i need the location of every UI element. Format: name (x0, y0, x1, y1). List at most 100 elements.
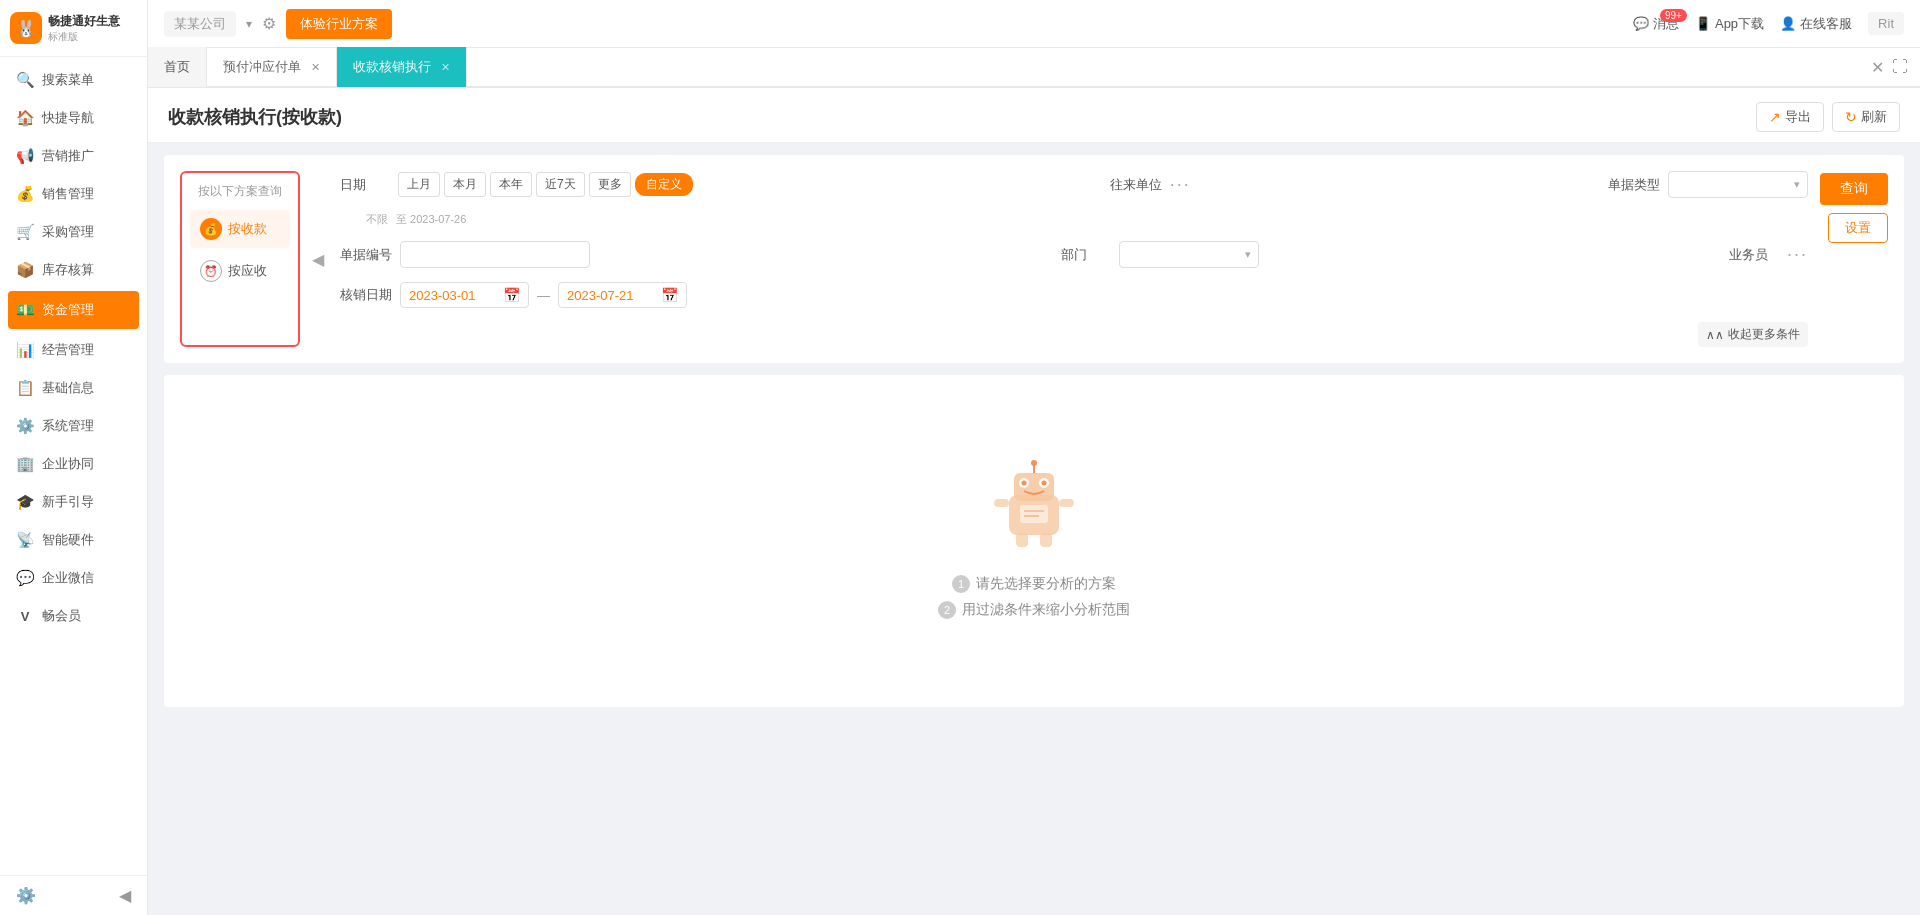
wechat-icon: 💬 (16, 569, 34, 587)
dept-select[interactable] (1119, 241, 1259, 268)
refresh-button[interactable]: ↻ 刷新 (1832, 102, 1900, 132)
partner-more-icon[interactable]: ··· (1170, 174, 1191, 195)
query-by-receivable[interactable]: ⏰ 按应收 (190, 252, 290, 290)
marketing-icon: 📢 (16, 147, 34, 165)
hint-num-2: 2 (938, 601, 956, 619)
main-area: 某某公司 ▾ ⚙ 体验行业方案 💬 消息 99+ 📱 App下载 👤 在线客服 … (148, 0, 1920, 915)
query-type-panel: 按以下方案查询 💰 按收款 ⏰ 按应收 (180, 171, 300, 347)
writeoff-start-wrap: 📅 (400, 282, 529, 308)
empty-robot-illustration (984, 455, 1084, 555)
page-header-actions: ↗ 导出 ↻ 刷新 (1756, 102, 1900, 132)
enterprise-icon: 🏢 (16, 455, 34, 473)
sidebar-item-basic-info[interactable]: 📋 基础信息 (0, 369, 147, 407)
prepay-tab-close-icon[interactable]: ✕ (311, 61, 320, 74)
sidebar-item-sales[interactable]: 💰 销售管理 (0, 175, 147, 213)
svg-rect-10 (1016, 533, 1028, 547)
sidebar-logo: 🐰 畅捷通好生意 标准版 (0, 0, 147, 57)
sidebar-item-hardware[interactable]: 📡 智能硬件 (0, 521, 147, 559)
date-label: 日期 (340, 176, 390, 194)
sidebar-item-system[interactable]: ⚙️ 系统管理 (0, 407, 147, 445)
online-service-btn[interactable]: 👤 在线客服 (1780, 15, 1852, 33)
inventory-icon: 📦 (16, 261, 34, 279)
tab-receipt-writeoff[interactable]: 收款核销执行 ✕ (337, 47, 467, 87)
finance-icon: 💵 (16, 301, 34, 319)
hardware-icon: 📡 (16, 531, 34, 549)
company-selector[interactable]: 某某公司 (164, 11, 236, 37)
this-year-btn[interactable]: 本年 (490, 172, 532, 197)
topbar: 某某公司 ▾ ⚙ 体验行业方案 💬 消息 99+ 📱 App下载 👤 在线客服 … (148, 0, 1920, 48)
sidebar-item-enterprise[interactable]: 🏢 企业协同 (0, 445, 147, 483)
staff-label: 业务员 (1729, 246, 1779, 264)
receipt-type-icon: 💰 (200, 218, 222, 240)
writeoff-end-wrap: 📅 (558, 282, 687, 308)
export-button[interactable]: ↗ 导出 (1756, 102, 1824, 132)
receipt-tab-close-icon[interactable]: ✕ (441, 61, 450, 74)
sidebar-item-wechat[interactable]: 💬 企业微信 (0, 559, 147, 597)
close-tab-icon[interactable]: ✕ (1871, 58, 1884, 77)
staff-more-icon[interactable]: ··· (1787, 244, 1808, 265)
collapse-sidebar-icon[interactable]: ◀ (119, 886, 131, 905)
app-download-btn[interactable]: 📱 App下载 (1695, 15, 1764, 33)
message-btn[interactable]: 💬 消息 99+ (1633, 15, 1679, 33)
service-icon: 👤 (1780, 16, 1796, 31)
sidebar: 🐰 畅捷通好生意 标准版 🔍 搜索菜单 🏠 快捷导航 📢 营销推广 💰 销售管理… (0, 0, 148, 915)
collapse-more-btn[interactable]: ∧∧ 收起更多条件 (1698, 322, 1808, 347)
this-month-btn[interactable]: 本月 (444, 172, 486, 197)
industry-btn[interactable]: 体验行业方案 (286, 9, 392, 39)
writeoff-date-label: 核销日期 (340, 286, 392, 304)
writeoff-start-input[interactable] (409, 288, 499, 303)
docno-filter-group: 单据编号 (340, 241, 590, 268)
home-icon: 🏠 (16, 109, 34, 127)
filter-row-1: 日期 上月 本月 本年 近7天 更多 自定义 往来单位 ··· (340, 171, 1808, 198)
setting-button[interactable]: 设置 (1828, 213, 1888, 243)
settings-footer-icon[interactable]: ⚙️ (16, 886, 36, 905)
company-chevron-icon[interactable]: ▾ (246, 17, 252, 31)
sidebar-item-marketing[interactable]: 📢 营销推广 (0, 137, 147, 175)
writeoff-end-input[interactable] (567, 288, 657, 303)
sidebar-item-search[interactable]: 🔍 搜索菜单 (0, 61, 147, 99)
topbar-gear-icon[interactable]: ⚙ (262, 14, 276, 33)
sidebar-item-guide[interactable]: 🎓 新手引导 (0, 483, 147, 521)
svg-point-5 (1042, 481, 1047, 486)
tab-prepay[interactable]: 预付冲应付单 ✕ (207, 47, 337, 87)
sidebar-item-inventory[interactable]: 📦 库存核算 (0, 251, 147, 289)
docno-input[interactable] (400, 241, 590, 268)
prepay-tab-label: 预付冲应付单 (223, 58, 301, 76)
date-preset-btns: 上月 本月 本年 近7天 更多 自定义 (398, 172, 693, 197)
fullscreen-icon[interactable]: ⛶ (1892, 58, 1908, 76)
writeoff-start-cal-icon[interactable]: 📅 (503, 287, 520, 303)
sidebar-item-operation[interactable]: 📊 经营管理 (0, 331, 147, 369)
writeoff-end-cal-icon[interactable]: 📅 (661, 287, 678, 303)
sidebar-item-quick-nav[interactable]: 🏠 快捷导航 (0, 99, 147, 137)
sidebar-item-member[interactable]: V 畅会员 (0, 597, 147, 635)
doctype-select[interactable] (1668, 171, 1808, 198)
basic-info-icon: 📋 (16, 379, 34, 397)
custom-date-btn[interactable]: 自定义 (635, 173, 693, 196)
operation-icon: 📊 (16, 341, 34, 359)
last-month-btn[interactable]: 上月 (398, 172, 440, 197)
panel-collapse-toggle[interactable]: ◀ (312, 171, 328, 347)
date-filter-group: 日期 上月 本月 本年 近7天 更多 自定义 (340, 172, 693, 197)
svg-point-7 (1031, 460, 1037, 466)
collapse-left-icon[interactable]: ◀ (312, 250, 324, 269)
date-hint-row: 不限 至 2023-07-26 (366, 212, 1808, 227)
sidebar-menu: 🔍 搜索菜单 🏠 快捷导航 📢 营销推广 💰 销售管理 🛒 采购管理 📦 库存核… (0, 57, 147, 875)
user-account[interactable]: Rit (1868, 12, 1904, 35)
system-icon: ⚙️ (16, 417, 34, 435)
no-limit-text: 不限 (366, 212, 388, 227)
message-icon: 💬 (1633, 16, 1649, 31)
partner-label: 往来单位 (1110, 176, 1162, 194)
more-date-btn[interactable]: 更多 (589, 172, 631, 197)
sidebar-item-finance[interactable]: 💵 资金管理 (8, 291, 139, 329)
tab-home[interactable]: 首页 (148, 47, 207, 87)
purchase-icon: 🛒 (16, 223, 34, 241)
query-button[interactable]: 查询 (1820, 173, 1888, 205)
topbar-right: 💬 消息 99+ 📱 App下载 👤 在线客服 Rit (1633, 12, 1904, 35)
last-7-days-btn[interactable]: 近7天 (536, 172, 585, 197)
sidebar-item-purchase[interactable]: 🛒 采购管理 (0, 213, 147, 251)
date-range-hint: 至 2023-07-26 (396, 212, 466, 227)
tabbar-actions: ✕ ⛶ (1871, 58, 1920, 77)
doctype-select-wrapper (1668, 171, 1808, 198)
query-by-receipt[interactable]: 💰 按收款 (190, 210, 290, 248)
svg-rect-1 (1014, 473, 1054, 501)
